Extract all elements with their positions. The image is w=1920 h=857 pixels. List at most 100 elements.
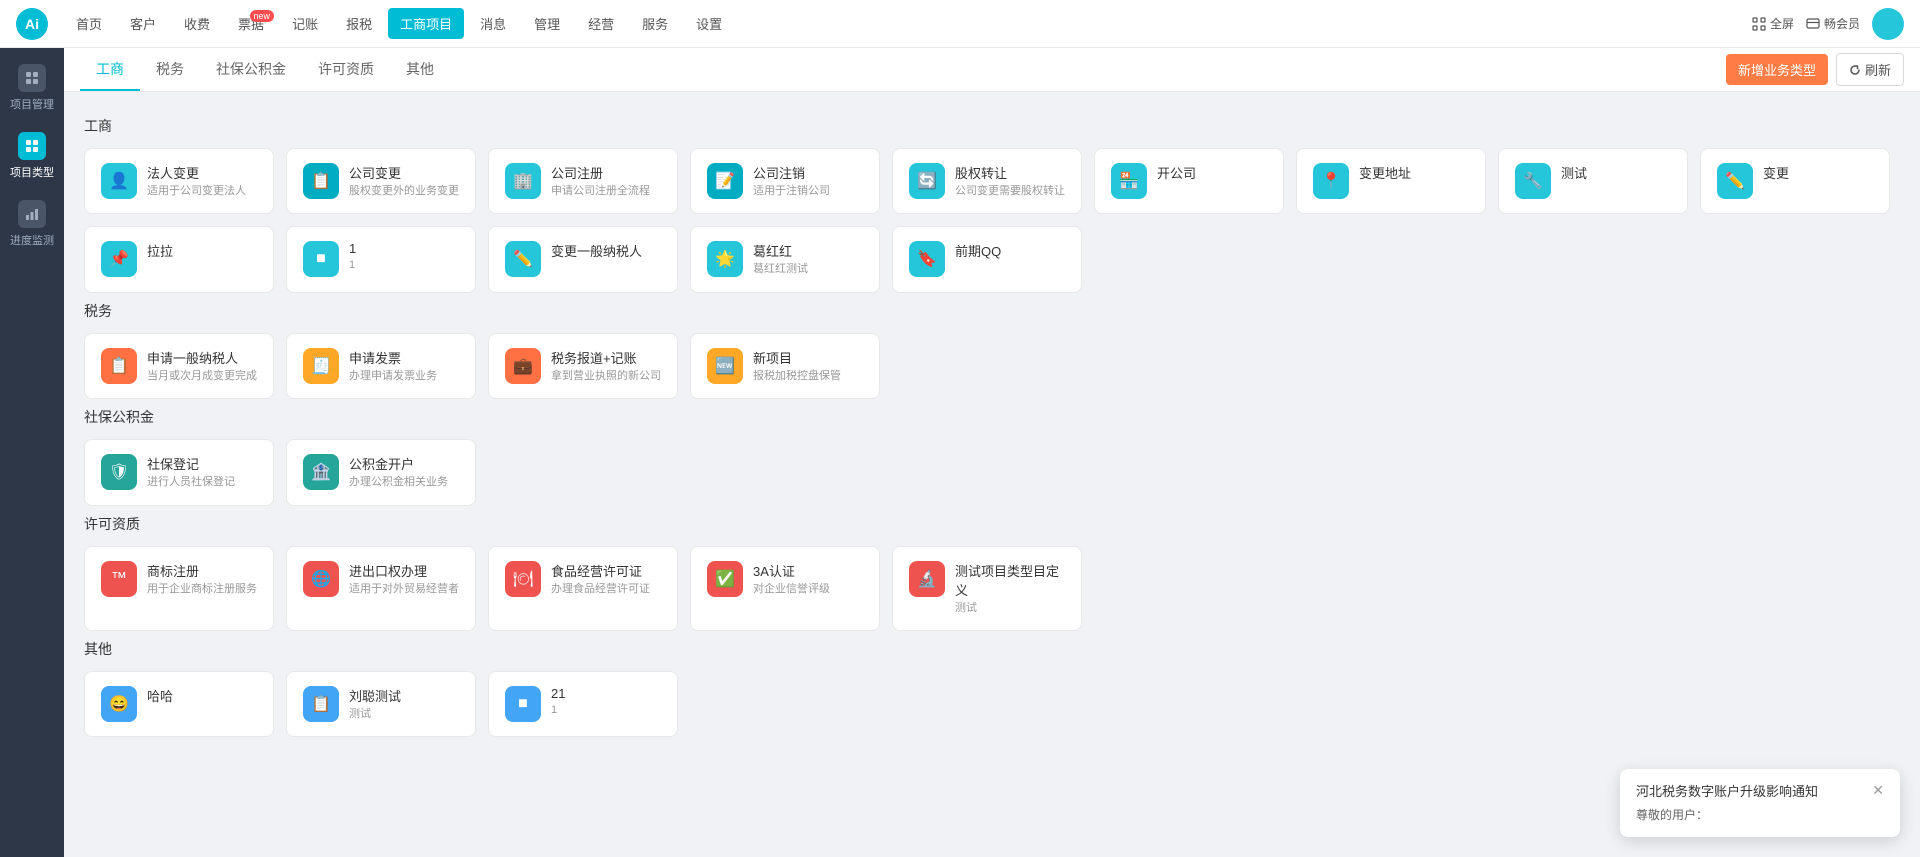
card-company-change[interactable]: 📋 公司变更 股权变更外的业务变更: [286, 148, 476, 214]
card-title-equity-transfer: 股权转让: [955, 163, 1065, 182]
card-change-taxpayer[interactable]: ✏️ 变更一般纳税人: [488, 226, 678, 292]
card-title-lala: 拉拉: [147, 241, 173, 260]
nav-item-home[interactable]: 首页: [64, 8, 114, 39]
card-title-ge-honghong: 葛红红: [753, 241, 808, 260]
card-liucong-test[interactable]: 📋 刘聪测试 测试: [286, 671, 476, 737]
app-logo: Ai: [16, 8, 48, 40]
card-new-project[interactable]: 🆕 新项目 报税加税控盘保管: [690, 333, 880, 399]
nav-item-fee[interactable]: 收费: [172, 8, 222, 39]
card-title-one: 1: [349, 241, 356, 256]
nav-item-operation[interactable]: 经营: [576, 8, 626, 39]
nav-item-customer[interactable]: 客户: [118, 8, 168, 39]
card-food-license[interactable]: 🍽 食品经营许可证 办理食品经营许可证: [488, 546, 678, 631]
card-import-export[interactable]: 🌐 进出口权办理 适用于对外贸易经营者: [286, 546, 476, 631]
card-title-3a-cert: 3A认证: [753, 561, 830, 580]
nav-item-settings[interactable]: 设置: [684, 8, 734, 39]
card-text-liucong-test: 刘聪测试 测试: [349, 686, 401, 722]
card-desc-21: 1: [551, 703, 565, 718]
tab-tax[interactable]: 税务: [140, 48, 200, 91]
card-desc-new-project: 报税加税控盘保管: [753, 369, 841, 384]
nav-item-industry[interactable]: 工商项目: [388, 8, 464, 39]
card-text-import-export: 进出口权办理 适用于对外贸易经营者: [349, 561, 459, 597]
card-desc-apply-invoice: 办理申请发票业务: [349, 369, 437, 384]
card-apply-invoice[interactable]: 🧾 申请发票 办理申请发票业务: [286, 333, 476, 399]
card-change-address[interactable]: 📍 变更地址: [1296, 148, 1486, 214]
nav-item-service[interactable]: 服务: [630, 8, 680, 39]
card-icon-company-change: 📋: [303, 163, 339, 199]
card-trademark[interactable]: ™ 商标注册 用于企业商标注册服务: [84, 546, 274, 631]
member-icon: [1806, 17, 1820, 31]
card-open-company[interactable]: 🏪 开公司: [1094, 148, 1284, 214]
card-title-company-change: 公司变更: [349, 163, 459, 182]
card-fund-open[interactable]: 🏦 公积金开户 办理公积金相关业务: [286, 439, 476, 505]
card-title-test-type: 测试项目类型目定义: [955, 561, 1065, 599]
sidebar-item-progress-monitor[interactable]: 进度监测: [0, 192, 64, 256]
card-icon-tax-reporting: 💼: [505, 348, 541, 384]
nav-item-bookkeeping[interactable]: 记账: [280, 8, 330, 39]
sidebar-item-project-management[interactable]: 项目管理: [0, 56, 64, 120]
chart-icon: [24, 206, 40, 222]
new-type-button[interactable]: 新增业务类型: [1726, 54, 1828, 85]
nav-item-invoice[interactable]: 票据new: [226, 8, 276, 39]
card-company-cancel[interactable]: 📝 公司注销 适用于注销公司: [690, 148, 880, 214]
card-icon-apply-taxpayer: 📋: [101, 348, 137, 384]
card-apply-taxpayer[interactable]: 📋 申请一般纳税人 当月或次月成变更完成: [84, 333, 274, 399]
tab-industry-commerce[interactable]: 工商: [80, 48, 140, 91]
fullscreen-button[interactable]: 全屏: [1752, 15, 1794, 32]
card-text-ge-honghong: 葛红红 葛红红测试: [753, 241, 808, 277]
notification-popup: 河北税务数字账户升级影响通知 ✕ 尊敬的用户：: [1620, 769, 1900, 837]
card-text-21: 21 1: [551, 686, 565, 718]
card-title-trademark: 商标注册: [147, 561, 257, 580]
card-legal-change[interactable]: 👤 法人变更 适用于公司变更法人: [84, 148, 274, 214]
card-icon-3a-cert: ✅: [707, 561, 743, 597]
notification-title: 河北税务数字账户升级影响通知: [1636, 781, 1818, 800]
nav-item-management[interactable]: 管理: [522, 8, 572, 39]
card-test[interactable]: 🔧 测试: [1498, 148, 1688, 214]
card-desc-3a-cert: 对企业信誉评级: [753, 582, 830, 597]
tab-license[interactable]: 许可资质: [302, 48, 390, 91]
card-one[interactable]: ■ 1 1: [286, 226, 476, 292]
card-tax-reporting[interactable]: 💼 税务报道+记账 拿到营业执照的新公司: [488, 333, 678, 399]
card-icon-lala: 📌: [101, 241, 137, 277]
nav-item-tax[interactable]: 报税: [334, 8, 384, 39]
nav-item-message[interactable]: 消息: [468, 8, 518, 39]
card-ge-honghong[interactable]: 🌟 葛红红 葛红红测试: [690, 226, 880, 292]
card-icon-open-company: 🏪: [1111, 163, 1147, 199]
sidebar-item-project-type[interactable]: 项目类型: [0, 124, 64, 188]
notification-header: 河北税务数字账户升级影响通知 ✕: [1636, 781, 1884, 800]
card-icon-apply-invoice: 🧾: [303, 348, 339, 384]
card-text-equity-transfer: 股权转让 公司变更需要股权转让: [955, 163, 1065, 199]
sidebar-label-project-type: 项目类型: [10, 164, 54, 180]
card-text-company-change: 公司变更 股权变更外的业务变更: [349, 163, 459, 199]
card-desc-company-cancel: 适用于注销公司: [753, 184, 830, 199]
card-text-social-register: 社保登记 进行人员社保登记: [147, 454, 235, 490]
card-title-change-taxpayer: 变更一般纳税人: [551, 241, 642, 260]
card-equity-transfer[interactable]: 🔄 股权转让 公司变更需要股权转让: [892, 148, 1082, 214]
card-title-legal-change: 法人变更: [147, 163, 246, 182]
tab-social-security[interactable]: 社保公积金: [200, 48, 302, 91]
card-text-change-address: 变更地址: [1359, 163, 1411, 184]
card-change[interactable]: ✏️ 变更: [1700, 148, 1890, 214]
notification-close-button[interactable]: ✕: [1872, 782, 1884, 799]
card-desc-liucong-test: 测试: [349, 707, 401, 722]
card-icon-food-license: 🍽: [505, 561, 541, 597]
member-button[interactable]: 畅会员: [1806, 15, 1860, 32]
card-lala[interactable]: 📌 拉拉: [84, 226, 274, 292]
card-icon-company-register: 🏢: [505, 163, 541, 199]
notification-body: 尊敬的用户：: [1636, 806, 1884, 825]
card-21[interactable]: ■ 21 1: [488, 671, 678, 737]
user-avatar[interactable]: [1872, 8, 1904, 40]
card-social-register[interactable]: 🛡 社保登记 进行人员社保登记: [84, 439, 274, 505]
card-text-qq: 前期QQ: [955, 241, 1001, 262]
card-company-register[interactable]: 🏢 公司注册 申请公司注册全流程: [488, 148, 678, 214]
card-3a-cert[interactable]: ✅ 3A认证 对企业信誉评级: [690, 546, 880, 631]
card-icon-trademark: ™: [101, 561, 137, 597]
card-haha[interactable]: 😄 哈哈: [84, 671, 274, 737]
card-icon-test-type: 🔬: [909, 561, 945, 597]
card-qq[interactable]: 🔖 前期QQ: [892, 226, 1082, 292]
refresh-button[interactable]: 刷新: [1836, 53, 1904, 86]
section-title-tax: 税务: [84, 301, 1900, 321]
card-test-type[interactable]: 🔬 测试项目类型目定义 测试: [892, 546, 1082, 631]
tab-other[interactable]: 其他: [390, 48, 450, 91]
card-icon-change-taxpayer: ✏️: [505, 241, 541, 277]
